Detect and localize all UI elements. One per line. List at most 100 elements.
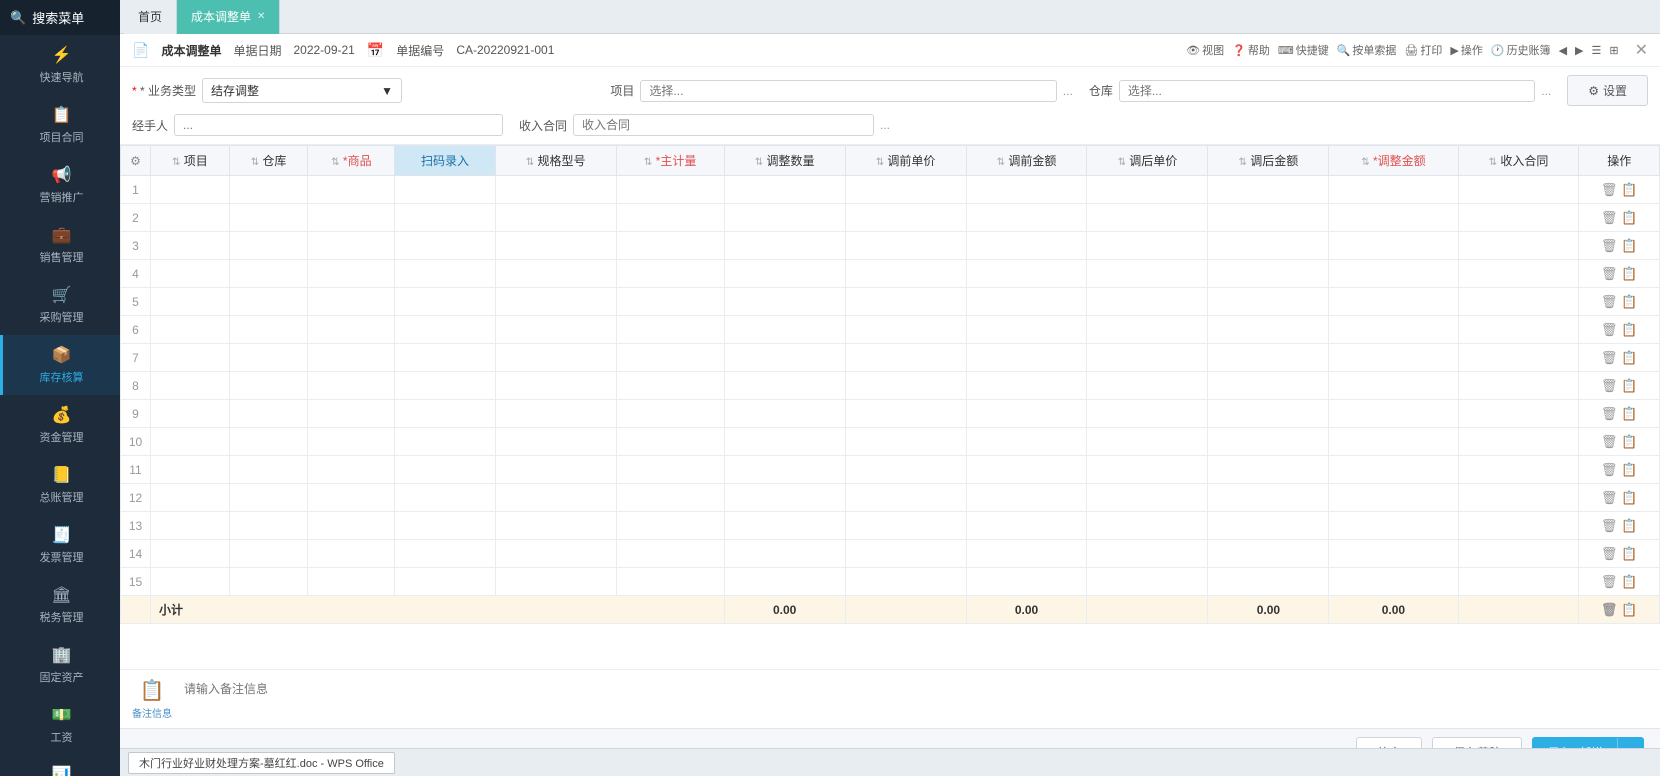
cell-warehouse[interactable] [229,540,308,568]
col-settings[interactable]: ⚙ [121,146,151,176]
cell-warehouse[interactable] [229,400,308,428]
cell-spec[interactable] [495,316,616,344]
cell-project[interactable] [151,540,230,568]
cell-prev-unit-price[interactable] [845,204,966,232]
cell-post-amount[interactable] [1208,204,1329,232]
cell-spec[interactable] [495,400,616,428]
cell-prev-amount[interactable] [966,260,1087,288]
cell-post-amount[interactable] [1208,260,1329,288]
warehouse-input[interactable] [1119,80,1535,102]
cell-scan[interactable] [395,288,495,316]
calendar-icon[interactable]: 📅 [367,42,384,59]
notes-input[interactable] [180,678,1648,700]
cell-scan[interactable] [395,372,495,400]
cell-post-unit-price[interactable] [1087,372,1208,400]
cell-spec[interactable] [495,484,616,512]
cell-adj-qty[interactable] [724,568,845,596]
row-delete-btn[interactable]: 🗑 [1601,490,1618,506]
cell-product[interactable] [308,232,395,260]
cell-prev-amount[interactable] [966,400,1087,428]
cell-product[interactable] [308,568,395,596]
row-delete-btn[interactable]: 🗑 [1601,322,1618,338]
cell-post-amount[interactable] [1208,512,1329,540]
cell-spec[interactable] [495,344,616,372]
cell-prev-amount[interactable] [966,176,1087,204]
sidebar-item-fixed-assets[interactable]: 🏢固定资产 [0,635,120,695]
row-copy-btn[interactable]: 📋 [1621,210,1637,226]
cell-unit[interactable] [616,400,724,428]
cell-adj-amount[interactable] [1329,176,1458,204]
cell-post-amount[interactable] [1208,372,1329,400]
cell-unit[interactable] [616,372,724,400]
cell-adj-amount[interactable] [1329,428,1458,456]
cell-post-amount[interactable] [1208,428,1329,456]
sidebar-item-quick-nav[interactable]: ⚡快速导航 [0,35,120,95]
cell-adj-qty[interactable] [724,288,845,316]
sidebar-item-capital-mgmt[interactable]: 💰资金管理 [0,395,120,455]
taskbar-item[interactable]: 木门行业好业财处理方案-墓红红.doc - WPS Office [128,752,395,774]
row-delete-btn[interactable]: 🗑 [1601,238,1618,254]
cell-prev-unit-price[interactable] [845,260,966,288]
cell-scan[interactable] [395,428,495,456]
tab-cost-adjust[interactable]: 成本调整单 ✕ [177,0,280,34]
cell-adj-amount[interactable] [1329,540,1458,568]
row-copy-btn[interactable]: 📋 [1621,434,1637,450]
row-delete-btn[interactable]: 🗑 [1601,518,1618,534]
cell-prev-amount[interactable] [966,540,1087,568]
cell-warehouse[interactable] [229,512,308,540]
cell-prev-amount[interactable] [966,204,1087,232]
sidebar-item-sales-mgmt[interactable]: 💼销售管理 [0,215,120,275]
cell-project[interactable] [151,428,230,456]
toolbar-check[interactable]: 🔍 按单索据 [1337,42,1397,58]
cell-adj-amount[interactable] [1329,316,1458,344]
cell-adj-qty[interactable] [724,400,845,428]
cell-adj-amount[interactable] [1329,400,1458,428]
cell-unit[interactable] [616,288,724,316]
cell-unit[interactable] [616,540,724,568]
cell-prev-unit-price[interactable] [845,540,966,568]
cell-prev-unit-price[interactable] [845,176,966,204]
cell-income-contract[interactable] [1458,540,1579,568]
cell-prev-unit-price[interactable] [845,428,966,456]
cell-product[interactable] [308,176,395,204]
cell-adj-amount[interactable] [1329,232,1458,260]
toolbar-help[interactable]: ❓ 帮助 [1232,42,1270,58]
settings-btn[interactable]: ⚙ 设置 [1567,75,1648,106]
cell-income-contract[interactable] [1458,176,1579,204]
subtotal-delete-btn[interactable]: 🗑 [1601,602,1618,618]
cell-project[interactable] [151,176,230,204]
cell-spec[interactable] [495,260,616,288]
cell-unit[interactable] [616,428,724,456]
tab-close-icon[interactable]: ✕ [257,11,265,22]
cell-post-amount[interactable] [1208,344,1329,372]
cell-prev-unit-price[interactable] [845,232,966,260]
row-copy-btn[interactable]: 📋 [1621,490,1637,506]
cell-adj-amount[interactable] [1329,204,1458,232]
cell-warehouse[interactable] [229,568,308,596]
cell-project[interactable] [151,484,230,512]
cell-product[interactable] [308,540,395,568]
project-ellipsis[interactable]: ... [1063,84,1073,98]
cell-post-unit-price[interactable] [1087,400,1208,428]
cell-post-amount[interactable] [1208,316,1329,344]
col-settings-icon[interactable]: ⚙ [130,154,141,168]
cell-prev-unit-price[interactable] [845,512,966,540]
cell-product[interactable] [308,456,395,484]
cell-unit[interactable] [616,484,724,512]
row-delete-btn[interactable]: 🗑 [1601,182,1618,198]
cell-spec[interactable] [495,372,616,400]
row-delete-btn[interactable]: 🗑 [1601,294,1618,310]
toolbar-nav-next[interactable]: ▶ [1575,44,1583,57]
cell-project[interactable] [151,260,230,288]
cell-adj-qty[interactable] [724,204,845,232]
row-copy-btn[interactable]: 📋 [1621,294,1637,310]
cell-adj-qty[interactable] [724,260,845,288]
cell-post-unit-price[interactable] [1087,540,1208,568]
cell-post-amount[interactable] [1208,400,1329,428]
cell-scan[interactable] [395,568,495,596]
cell-prev-amount[interactable] [966,316,1087,344]
cell-warehouse[interactable] [229,372,308,400]
cell-project[interactable] [151,400,230,428]
cell-scan[interactable] [395,456,495,484]
cell-adj-amount[interactable] [1329,344,1458,372]
